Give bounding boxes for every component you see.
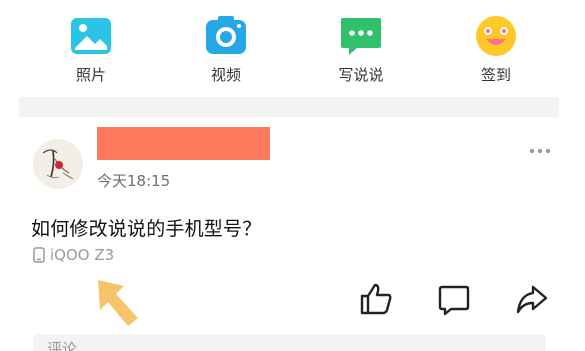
video-label: 视频 — [210, 66, 241, 84]
photos-label: 照片 — [75, 66, 106, 84]
quick-actions-bar: 照片 视频 写说说 签到 — [0, 0, 585, 96]
comment-placeholder: 评论 — [47, 340, 78, 351]
camera-icon — [206, 16, 246, 54]
share-icon[interactable] — [515, 282, 549, 316]
post-content: 如何修改说说的手机型号？ — [31, 218, 262, 240]
annotation-arrow-icon — [98, 280, 138, 326]
speech-bubble-icon — [341, 18, 381, 55]
photos-button[interactable]: 照片 — [51, 14, 131, 85]
device-info: iQOO Z3 — [33, 246, 114, 264]
avatar[interactable] — [33, 139, 83, 189]
write-post-button[interactable]: 写说说 — [321, 14, 401, 85]
comment-input[interactable]: 评论 — [33, 334, 546, 351]
checkin-button[interactable]: 签到 — [456, 14, 536, 85]
post-time: 今天18:15 — [97, 172, 171, 190]
more-dots-icon[interactable] — [528, 145, 552, 157]
avatar-image — [33, 139, 83, 189]
device-model: iQOO Z3 — [50, 246, 115, 264]
video-button[interactable]: 视频 — [186, 14, 266, 85]
thumbs-up-icon[interactable] — [359, 282, 393, 316]
section-divider — [19, 97, 559, 117]
write-post-label: 写说说 — [338, 66, 384, 84]
image-icon — [71, 18, 111, 54]
username-redacted — [97, 127, 270, 160]
phone-icon — [33, 247, 45, 263]
smiley-icon — [476, 16, 516, 56]
checkin-label: 签到 — [480, 66, 511, 84]
comment-icon[interactable] — [437, 282, 471, 316]
